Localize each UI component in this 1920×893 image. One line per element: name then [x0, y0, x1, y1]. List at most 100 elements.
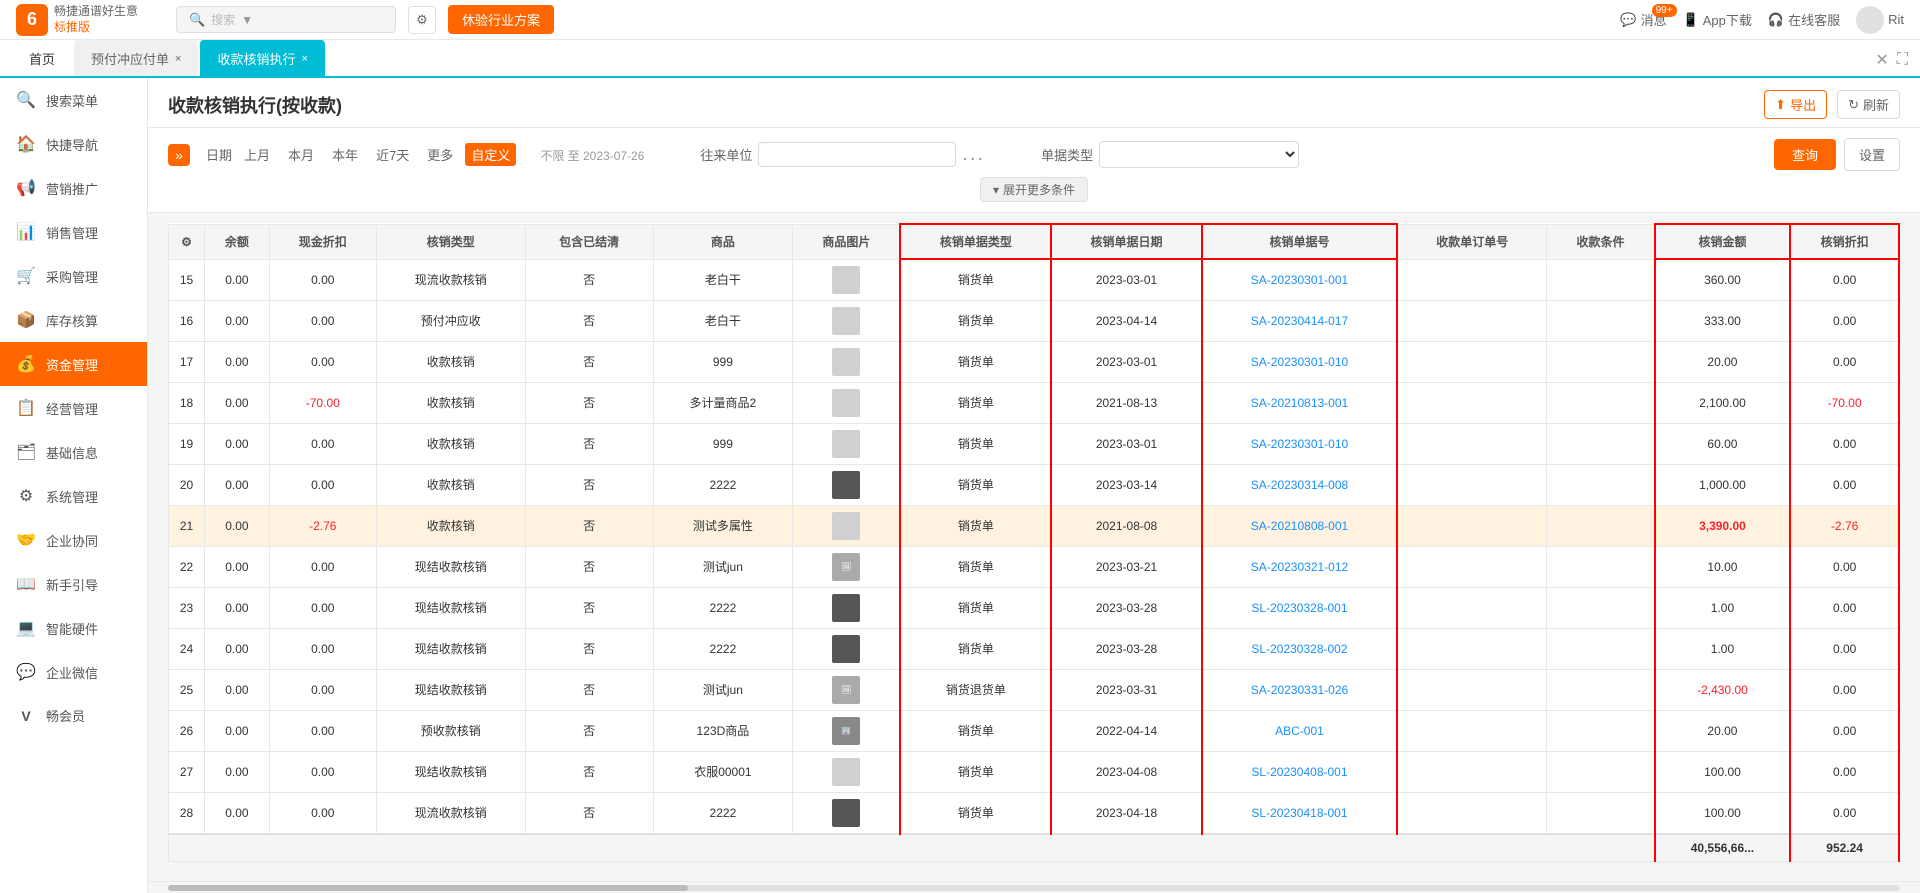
refresh-button[interactable]: ↻ 刷新	[1837, 90, 1900, 119]
cell-goods: 衣服00001	[653, 751, 793, 792]
headset-icon: 🎧	[1768, 12, 1784, 28]
bill-no-link[interactable]: SL-20230408-001	[1251, 765, 1347, 779]
sidebar-item-inventory[interactable]: 📦 库存核算	[0, 298, 147, 342]
bill-no-link[interactable]: ABC-001	[1275, 724, 1324, 738]
cell-wo-bill-no[interactable]: SA-20230321-012	[1202, 546, 1397, 587]
horizontal-scrollbar[interactable]	[148, 881, 1920, 893]
query-button[interactable]: 查询	[1774, 139, 1836, 170]
search-box[interactable]: 🔍 搜索 ▼	[176, 6, 396, 33]
cell-wo-bill-no[interactable]: SL-20230328-002	[1202, 628, 1397, 669]
industry-button[interactable]: 休验行业方案	[448, 5, 554, 34]
sidebar-item-operation[interactable]: 📋 经营管理	[0, 386, 147, 430]
cell-wo-bill-no[interactable]: SA-20230414-017	[1202, 300, 1397, 341]
tab-home[interactable]: 首页	[12, 40, 72, 76]
cell-wo-bill-no[interactable]: ABC-001	[1202, 710, 1397, 751]
cell-balance: 0.00	[205, 792, 270, 834]
cell-balance: 0.00	[205, 751, 270, 792]
cell-wo-bill-no[interactable]: SL-20230328-001	[1202, 587, 1397, 628]
cell-wo-amount: 2,100.00	[1655, 382, 1791, 423]
cell-wo-bill-no[interactable]: SA-20230331-026	[1202, 669, 1397, 710]
cell-wo-bill-date: 2023-03-21	[1051, 546, 1202, 587]
bill-no-link[interactable]: SL-20230328-001	[1251, 601, 1347, 615]
sidebar-item-guide[interactable]: 📖 新手引导	[0, 562, 147, 606]
bill-no-link[interactable]: SA-20230321-012	[1251, 560, 1348, 574]
cell-wo-bill-no[interactable]: SL-20230418-001	[1202, 792, 1397, 834]
partner-input[interactable]	[758, 142, 956, 167]
close-prepay-icon[interactable]: ×	[175, 53, 181, 65]
sidebar-item-quick-nav[interactable]: 🏠 快捷导航	[0, 122, 147, 166]
main-layout: 🔍 搜索菜单 🏠 快捷导航 📢 营销推广 📊 销售管理 🛒 采购管理 📦 库存核…	[0, 78, 1920, 893]
bill-no-link[interactable]: SA-20230414-017	[1251, 314, 1348, 328]
online-service-button[interactable]: 🎧 在线客服	[1768, 10, 1840, 29]
message-button[interactable]: 💬 消息 99+	[1620, 10, 1666, 29]
cell-include-settled: 否	[525, 628, 653, 669]
date-more[interactable]: 更多	[421, 143, 459, 166]
sidebar-item-hardware[interactable]: 💻 智能硬件	[0, 606, 147, 650]
cell-write-off-type: 预付冲应收	[376, 300, 525, 341]
sidebar-item-wechat[interactable]: 💬 企业微信	[0, 650, 147, 694]
filter-settings-button[interactable]: 设置	[1844, 138, 1900, 171]
user-menu[interactable]: Rit	[1856, 6, 1904, 34]
date-7days[interactable]: 近7天	[370, 143, 415, 166]
sidebar-item-finance[interactable]: 💰 资金管理	[0, 342, 147, 386]
scroll-thumb[interactable]	[168, 885, 688, 891]
cell-write-off-type: 现结收款核销	[376, 587, 525, 628]
sidebar-item-marketing[interactable]: 📢 营销推广	[0, 166, 147, 210]
app-download-button[interactable]: 📱 App下载	[1683, 10, 1752, 29]
filter-expand-button[interactable]: »	[168, 144, 190, 166]
system-icon: ⚙	[16, 486, 36, 506]
cell-wo-bill-no[interactable]: SA-20230314-008	[1202, 464, 1397, 505]
sidebar-item-sales[interactable]: 📊 销售管理	[0, 210, 147, 254]
date-this-month[interactable]: 本月	[282, 143, 320, 166]
cell-wo-bill-no[interactable]: SA-20230301-010	[1202, 341, 1397, 382]
sidebar-item-purchase[interactable]: 🛒 采购管理	[0, 254, 147, 298]
cell-receipt-condition	[1547, 710, 1655, 751]
bill-no-link[interactable]: SL-20230328-002	[1251, 642, 1347, 656]
bill-no-link[interactable]: SA-20210808-001	[1251, 519, 1348, 533]
settings-icon[interactable]: ⚙	[408, 6, 436, 34]
bill-no-link[interactable]: SA-20230301-010	[1251, 355, 1348, 369]
maximize-icon[interactable]: ⛶	[1897, 51, 1908, 69]
bill-no-link[interactable]: SA-20230301-001	[1251, 273, 1348, 287]
refresh-icon: ↻	[1848, 97, 1859, 113]
table-row: 18 0.00 -70.00 收款核销 否 多计量商品2 销货单 2021-08…	[169, 382, 1900, 423]
th-wo-discount: 核销折扣	[1790, 224, 1899, 259]
th-settings[interactable]: ⚙	[169, 224, 205, 259]
date-custom[interactable]: 自定义	[465, 143, 516, 166]
bill-no-link[interactable]: SA-20210813-001	[1251, 396, 1348, 410]
bill-no-link[interactable]: SA-20230301-010	[1251, 437, 1348, 451]
date-last-month[interactable]: 上月	[238, 143, 276, 166]
cell-wo-bill-no[interactable]: SA-20210808-001	[1202, 505, 1397, 546]
cell-goods: 2222	[653, 464, 793, 505]
sidebar-item-search-menu[interactable]: 🔍 搜索菜单	[0, 78, 147, 122]
cell-wo-bill-no[interactable]: SL-20230408-001	[1202, 751, 1397, 792]
cell-include-settled: 否	[525, 464, 653, 505]
cell-write-off-type: 收款核销	[376, 423, 525, 464]
bill-no-link[interactable]: SA-20230314-008	[1251, 478, 1348, 492]
tab-prepay[interactable]: 预付冲应付单 ×	[74, 40, 198, 76]
cell-wo-bill-type: 销货单	[900, 300, 1051, 341]
sidebar-item-enterprise[interactable]: 🤝 企业协同	[0, 518, 147, 562]
purchase-icon: 🛒	[16, 266, 36, 286]
export-button[interactable]: ⬆ 导出	[1764, 90, 1827, 119]
cell-wo-bill-no[interactable]: SA-20230301-010	[1202, 423, 1397, 464]
sidebar-item-basic[interactable]: 🗂 基础信息	[0, 430, 147, 474]
cell-wo-bill-no[interactable]: SA-20210813-001	[1202, 382, 1397, 423]
cell-wo-bill-date: 2022-04-14	[1051, 710, 1202, 751]
cell-wo-bill-no[interactable]: SA-20230301-001	[1202, 259, 1397, 300]
receipt-type-select[interactable]	[1099, 141, 1299, 168]
partner-dots[interactable]: ...	[962, 143, 985, 166]
bill-no-link[interactable]: SA-20230331-026	[1251, 683, 1348, 697]
date-this-year[interactable]: 本年	[326, 143, 364, 166]
bill-no-link[interactable]: SL-20230418-001	[1251, 806, 1347, 820]
th-balance: 余额	[205, 224, 270, 259]
close-tab-icon[interactable]: ✕	[1875, 50, 1888, 70]
cell-wo-bill-type: 销货单	[900, 423, 1051, 464]
table-container[interactable]: ⚙ 余额 现金折扣 核销类型 包含已结清 商品 商品图片 核销单据类型 核销单据…	[148, 213, 1920, 881]
cell-receipt-condition	[1547, 751, 1655, 792]
tab-collection[interactable]: 收款核销执行 ×	[200, 40, 324, 76]
sidebar-item-member[interactable]: V 畅会员	[0, 694, 147, 737]
close-collection-icon[interactable]: ×	[301, 53, 307, 65]
expand-more-button[interactable]: ▾ 展开更多条件	[980, 177, 1088, 202]
sidebar-item-system[interactable]: ⚙ 系统管理	[0, 474, 147, 518]
